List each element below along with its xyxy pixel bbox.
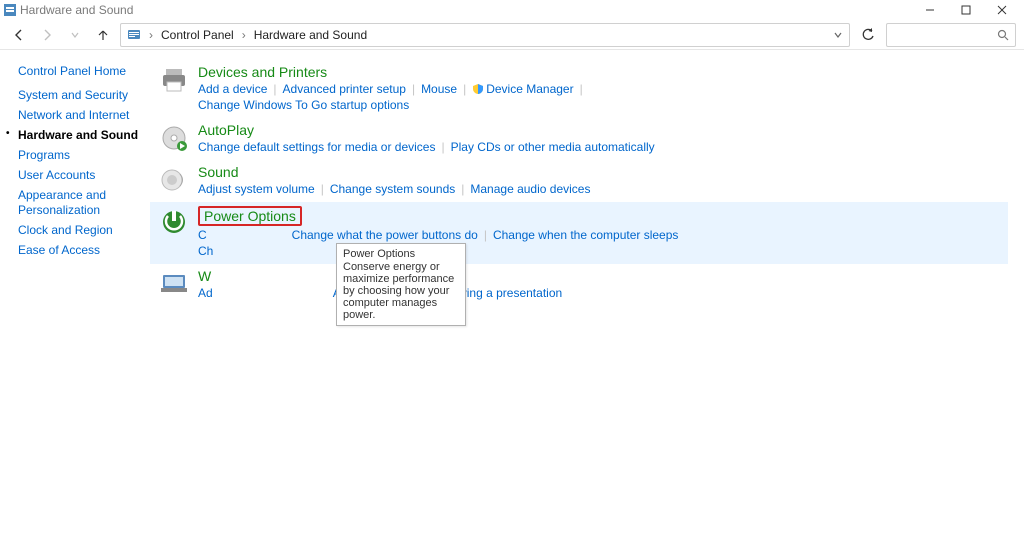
link-add-device[interactable]: Add a device [198, 82, 267, 96]
category-title-sound[interactable]: Sound [198, 164, 1014, 180]
refresh-button[interactable] [856, 23, 880, 47]
category-autoplay: AutoPlay Change default settings for med… [150, 118, 1014, 160]
category-title-devices[interactable]: Devices and Printers [198, 64, 1014, 80]
highlight-box: Power Options [198, 206, 302, 226]
window-icon [4, 4, 16, 16]
sidebar-item-hardware-and-sound[interactable]: Hardware and Sound [18, 128, 150, 143]
category-devices-printers: Devices and Printers Add a device| Advan… [150, 60, 1014, 118]
address-bar: › Control Panel › Hardware and Sound [0, 20, 1024, 50]
breadcrumb-item-hardware-sound[interactable]: Hardware and Sound [254, 28, 367, 42]
link-audio-devices[interactable]: Manage audio devices [470, 182, 590, 196]
link-windows-to-go[interactable]: Change Windows To Go startup options [198, 98, 409, 112]
content-area: Devices and Printers Add a device| Advan… [150, 50, 1024, 545]
body: Control Panel Home System and Security Ne… [0, 50, 1024, 545]
link-device-manager[interactable]: Device Manager [472, 82, 573, 96]
category-title-autoplay[interactable]: AutoPlay [198, 122, 1014, 138]
window-minimize-button[interactable] [912, 0, 948, 20]
autoplay-icon [158, 122, 190, 154]
link-system-volume[interactable]: Adjust system volume [198, 182, 315, 196]
tooltip-title: Power Options [343, 248, 459, 260]
category-title-power[interactable]: Power Options [198, 206, 1008, 226]
breadcrumb-chevron-icon: › [242, 28, 246, 42]
category-sound: Sound Adjust system volume| Change syste… [150, 160, 1014, 202]
control-panel-icon [127, 28, 141, 42]
breadcrumb-dropdown-button[interactable] [833, 30, 843, 40]
category-power-options: Power Options C Change what the power bu… [150, 202, 1008, 264]
link-system-sounds[interactable]: Change system sounds [330, 182, 455, 196]
link-autoplay-defaults[interactable]: Change default settings for media or dev… [198, 140, 435, 154]
power-icon [158, 206, 190, 238]
search-icon [997, 29, 1009, 41]
breadcrumb-bar[interactable]: › Control Panel › Hardware and Sound [120, 23, 850, 47]
tooltip-body: Conserve energy or maximize performance … [343, 261, 459, 321]
tooltip-power-options: Power Options Conserve energy or maximiz… [336, 243, 466, 326]
window-maximize-button[interactable] [948, 0, 984, 20]
breadcrumb-item-control-panel[interactable]: Control Panel [161, 28, 234, 42]
link-power-partial-1[interactable]: C [198, 228, 207, 242]
breadcrumb-chevron-icon: › [149, 28, 153, 42]
window-close-button[interactable] [984, 0, 1020, 20]
sidebar-item-system-and-security[interactable]: System and Security [18, 88, 150, 103]
link-advanced-printer[interactable]: Advanced printer setup [283, 82, 406, 96]
recent-locations-button[interactable] [64, 24, 86, 46]
sidebar-item-clock-and-region[interactable]: Clock and Region [18, 223, 150, 238]
window-title: Hardware and Sound [20, 3, 133, 17]
window-titlebar: Hardware and Sound [0, 0, 1024, 20]
forward-button[interactable] [36, 24, 58, 46]
link-mobility-partial[interactable]: Ad [198, 286, 213, 300]
speaker-icon [158, 164, 190, 196]
printer-icon [158, 64, 190, 96]
link-mouse[interactable]: Mouse [421, 82, 457, 96]
shield-icon [472, 83, 484, 95]
sidebar-item-programs[interactable]: Programs [18, 148, 150, 163]
link-power-partial-2[interactable]: Ch [198, 244, 213, 258]
search-box[interactable] [886, 23, 1016, 47]
sidebar-item-user-accounts[interactable]: User Accounts [18, 168, 150, 183]
link-computer-sleeps[interactable]: Change when the computer sleeps [493, 228, 678, 242]
sidebar-item-network-and-internet[interactable]: Network and Internet [18, 108, 150, 123]
category-title-mobility[interactable]: W [198, 268, 1014, 284]
link-play-cds[interactable]: Play CDs or other media automatically [451, 140, 655, 154]
back-button[interactable] [8, 24, 30, 46]
link-power-buttons[interactable]: Change what the power buttons do [292, 228, 478, 242]
sidebar-home[interactable]: Control Panel Home [18, 64, 150, 78]
category-mobility: W Ad Adjust settings before giving a pre… [150, 264, 1014, 306]
up-button[interactable] [92, 24, 114, 46]
sidebar-item-appearance-and-personalization[interactable]: Appearance and Personalization [18, 188, 150, 218]
mobility-icon [158, 268, 190, 300]
sidebar: Control Panel Home System and Security Ne… [0, 50, 150, 545]
sidebar-item-ease-of-access[interactable]: Ease of Access [18, 243, 150, 258]
